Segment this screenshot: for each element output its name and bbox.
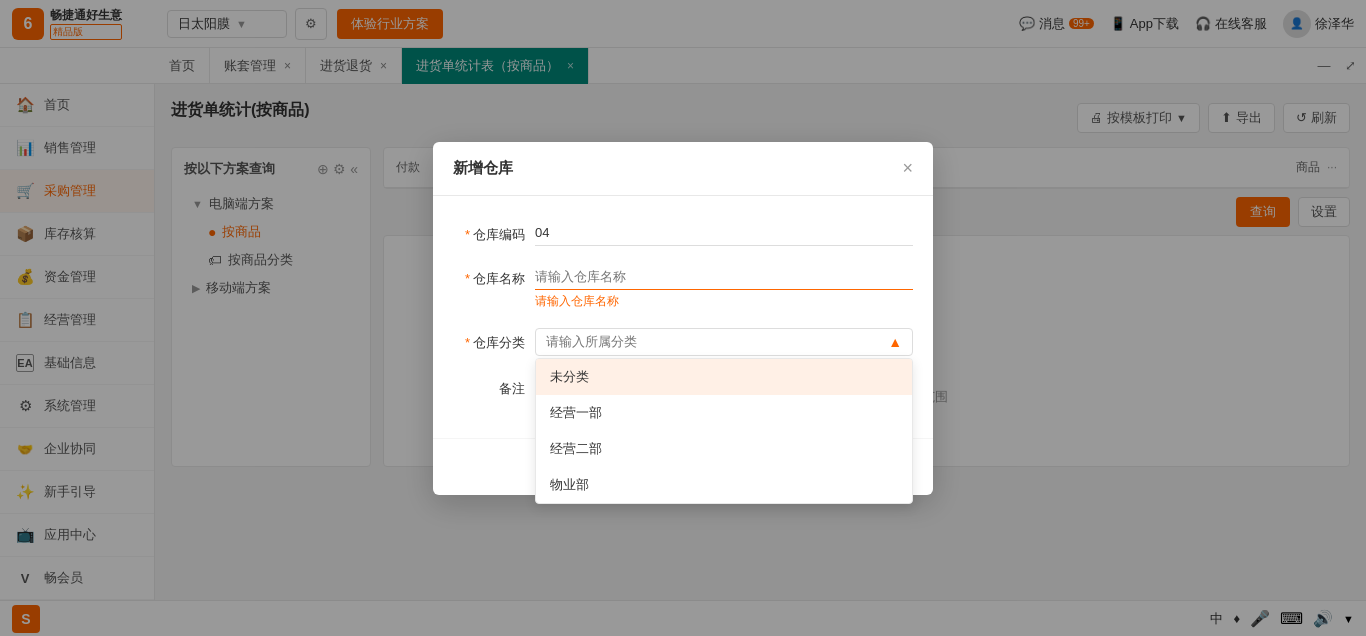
- code-input[interactable]: [535, 220, 913, 246]
- form-row-code: 仓库编码: [453, 220, 913, 246]
- note-label: 备注: [453, 374, 525, 398]
- dialog-close-icon[interactable]: ×: [902, 158, 913, 179]
- name-label: 仓库名称: [453, 264, 525, 288]
- form-row-category: 仓库分类 ▲ 未分类 经营一部 经营二部 物业部: [453, 328, 913, 356]
- dialog-body: 仓库编码 仓库名称 请输入仓库名称 仓库分类 ▲: [433, 196, 933, 438]
- category-toggle-icon[interactable]: ▲: [888, 334, 902, 350]
- dialog-header: 新增仓库 ×: [433, 142, 933, 196]
- name-input[interactable]: [535, 264, 913, 290]
- dropdown-item-uncategorized[interactable]: 未分类: [536, 359, 912, 395]
- dropdown-item-dept1[interactable]: 经营一部: [536, 395, 912, 431]
- category-input-wrap[interactable]: ▲: [535, 328, 913, 356]
- dropdown-item-dept3[interactable]: 物业部: [536, 467, 912, 503]
- code-label: 仓库编码: [453, 220, 525, 244]
- modal-overlay: 新增仓库 × 仓库编码 仓库名称 请输入仓库名称 仓库分类: [0, 0, 1366, 636]
- code-field-wrap: [535, 220, 913, 246]
- category-dropdown: 未分类 经营一部 经营二部 物业部: [535, 358, 913, 504]
- name-field-wrap: 请输入仓库名称: [535, 264, 913, 310]
- name-error-msg: 请输入仓库名称: [535, 293, 913, 310]
- category-label: 仓库分类: [453, 328, 525, 352]
- category-field-wrap: ▲ 未分类 经营一部 经营二部 物业部: [535, 328, 913, 356]
- add-warehouse-dialog: 新增仓库 × 仓库编码 仓库名称 请输入仓库名称 仓库分类: [433, 142, 933, 495]
- dialog-title: 新增仓库: [453, 159, 513, 178]
- form-row-name: 仓库名称 请输入仓库名称: [453, 264, 913, 310]
- category-input[interactable]: [546, 334, 888, 349]
- dropdown-item-dept2[interactable]: 经营二部: [536, 431, 912, 467]
